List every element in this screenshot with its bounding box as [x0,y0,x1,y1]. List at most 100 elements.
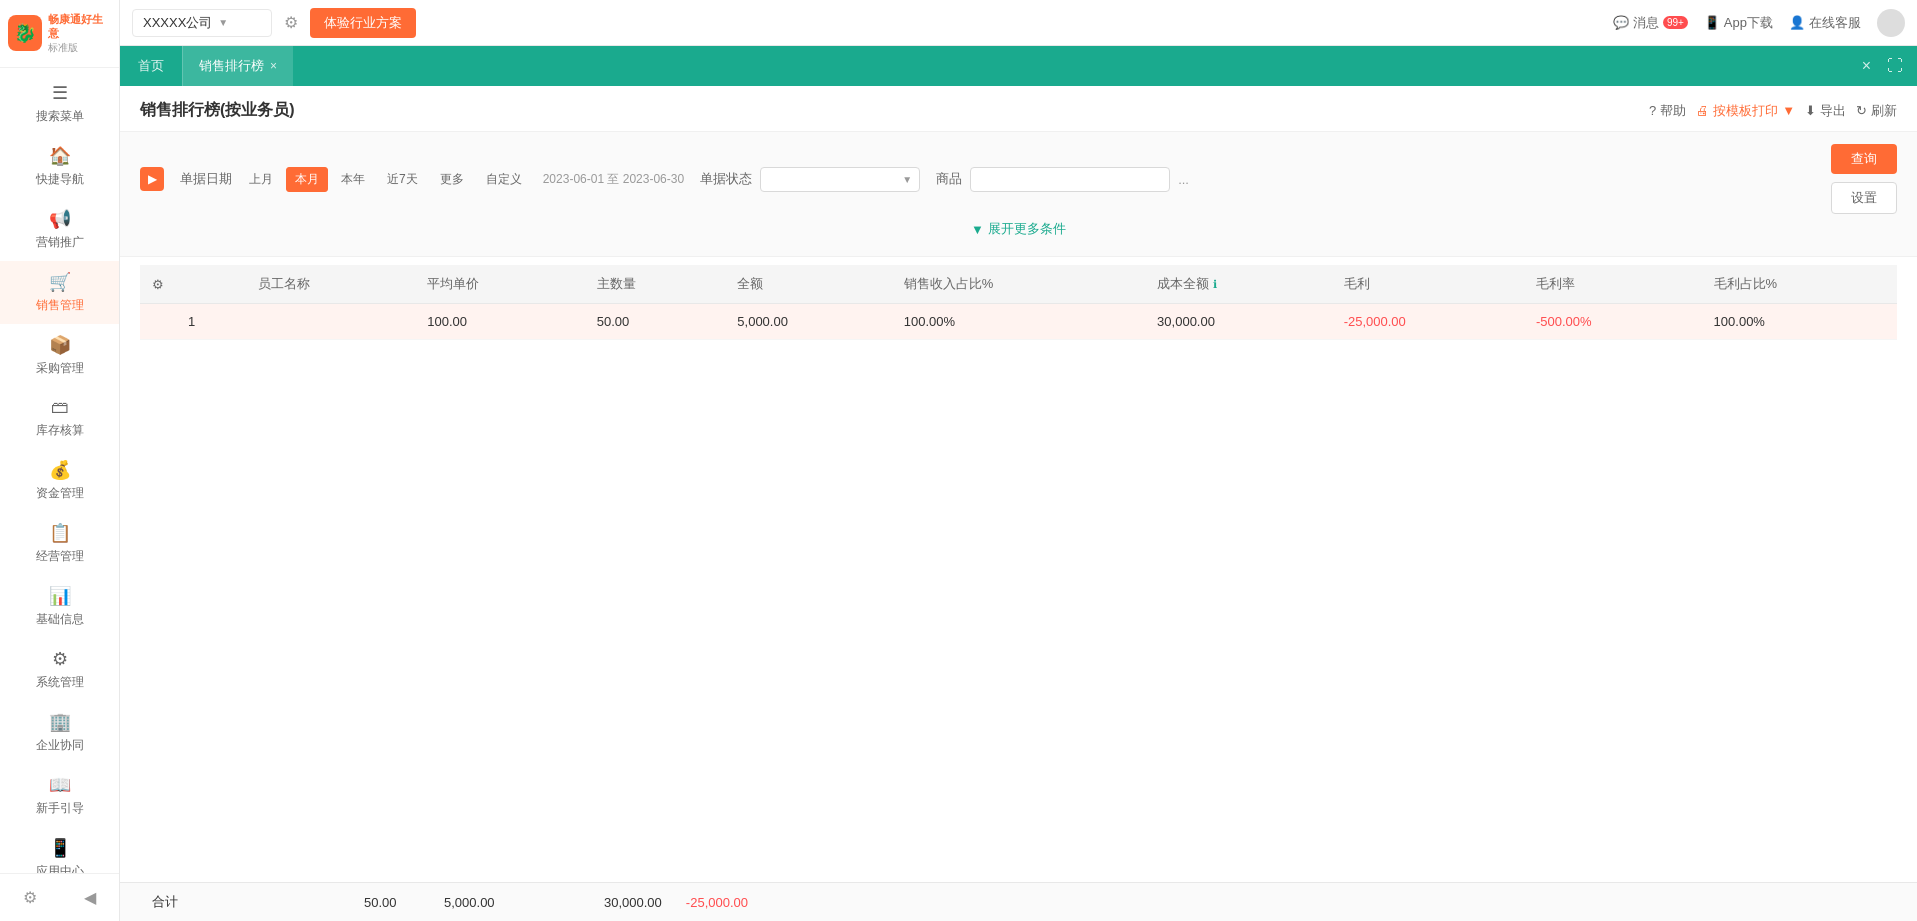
cell-index: 1 [176,304,246,340]
export-button[interactable]: ⬇ 导出 [1805,102,1846,120]
cell-total: 5,000.00 [725,304,891,340]
sidebar-settings-btn[interactable]: ⚙ [15,884,45,911]
sidebar-item-enterprise[interactable]: 🏢 企业协同 [0,701,119,764]
trial-button[interactable]: 体验行业方案 [310,8,416,38]
filter-toggle-btn[interactable]: ▶ [140,167,164,191]
refresh-label: 刷新 [1871,102,1897,120]
sidebar-nav: ☰ 搜索菜单 🏠 快捷导航 📢 营销推广 🛒 销售管理 📦 采购管理 🗃 库存核… [0,68,119,873]
date-tab-last-month[interactable]: 上月 [240,167,282,192]
enterprise-icon: 🏢 [49,711,71,733]
sidebar-item-marketing[interactable]: 📢 营销推广 [0,198,119,261]
refresh-button[interactable]: ↻ 刷新 [1856,102,1897,120]
col-gross-ratio: 毛利占比% [1702,265,1897,304]
query-button[interactable]: 查询 [1831,144,1897,174]
cell-sales-ratio: 100.00% [892,304,1145,340]
tab-close-icon[interactable]: × [270,59,277,73]
sidebar-item-search[interactable]: ☰ 搜索菜单 [0,72,119,135]
company-selector[interactable]: XXXXX公司 ▼ [132,9,272,37]
sidebar-bottom: ⚙ ◀ [0,873,119,921]
topbar-right: 💬 消息 99+ 📱 App下载 👤 在线客服 [1613,9,1905,37]
table-body: 1 100.00 50.00 5,000.00 100.00% 30,000.0… [140,304,1897,340]
date-label: 单据日期 [180,170,232,188]
footer-main-qty: 50.00 [352,895,432,910]
filter-area: ▶ 单据日期 上月 本月 本年 近7天 更多 自定义 2023-06-01 至 … [120,132,1917,257]
tab-sales-ranking[interactable]: 销售排行榜 × [182,46,293,86]
sidebar-item-shortcut[interactable]: 🏠 快捷导航 [0,135,119,198]
search-order-icon: ☰ [52,82,68,104]
cell-gross-ratio: 100.00% [1702,304,1897,340]
sidebar-item-finance[interactable]: 💰 资金管理 [0,449,119,512]
goods-label: 商品 [936,170,962,188]
message-button[interactable]: 💬 消息 99+ [1613,14,1688,32]
date-tab-custom[interactable]: 自定义 [477,167,531,192]
footer-total: 5,000.00 [432,895,512,910]
service-icon: 👤 [1789,15,1805,30]
tab-sales-ranking-label: 销售排行榜 [199,57,264,75]
expand-label: 展开更多条件 [988,220,1066,238]
tab-home[interactable]: 首页 [120,46,182,86]
date-tab-this-month[interactable]: 本月 [286,167,328,192]
sidebar-item-operation[interactable]: 📋 经营管理 [0,512,119,575]
date-range-display: 2023-06-01 至 2023-06-30 [543,171,684,188]
cell-cost: 30,000.00 [1145,304,1332,340]
sidebar-item-operation-label: 经营管理 [36,548,84,565]
system-icon: ⚙ [52,648,68,670]
table-header-row: ⚙ 员工名称 平均单价 主数量 全额 销售收入占比% 成本全额 ℹ 毛利 毛利率… [140,265,1897,304]
cell-employee [246,304,416,340]
app-download-button[interactable]: 📱 App下载 [1704,14,1773,32]
col-main-qty: 主数量 [585,265,726,304]
sidebar-collapse-btn[interactable]: ◀ [76,884,104,911]
goods-more-icon[interactable]: ... [1178,172,1189,187]
sidebar-item-inventory[interactable]: 🗃 库存核算 [0,387,119,449]
sidebar-item-basic[interactable]: 📊 基础信息 [0,575,119,638]
message-badge: 99+ [1663,16,1688,29]
sidebar-item-app[interactable]: 📱 应用中心 [0,827,119,873]
tab-close-all-icon[interactable]: × [1856,53,1877,79]
data-table: ⚙ 员工名称 平均单价 主数量 全额 销售收入占比% 成本全额 ℹ 毛利 毛利率… [140,265,1897,340]
sidebar-item-purchase-label: 采购管理 [36,360,84,377]
action-buttons: 查询 设置 [1831,144,1897,214]
sidebar-item-purchase[interactable]: 📦 采购管理 [0,324,119,387]
app-download-icon: 📱 [1704,15,1720,30]
sales-icon: 🛒 [49,271,71,293]
sidebar: 🐉 畅康通好生意 标准版 ☰ 搜索菜单 🏠 快捷导航 📢 营销推广 🛒 销售管理… [0,0,120,921]
topbar: XXXXX公司 ▼ ⚙ 体验行业方案 💬 消息 99+ 📱 App下载 👤 在线… [120,0,1917,46]
footer-gross: -25,000.00 [674,895,760,910]
basic-icon: 📊 [49,585,71,607]
page-actions: ? 帮助 🖨 按模板打印 ▼ ⬇ 导出 ↻ 刷新 [1649,102,1897,120]
column-settings-icon[interactable]: ⚙ [152,277,164,292]
service-label: 在线客服 [1809,14,1861,32]
help-button[interactable]: ? 帮助 [1649,102,1686,120]
guide-icon: 📖 [49,774,71,796]
filter-settings-button[interactable]: 设置 [1831,182,1897,214]
date-tab-this-year[interactable]: 本年 [332,167,374,192]
message-label: 消息 [1633,14,1659,32]
finance-icon: 💰 [49,459,71,481]
marketing-icon: 📢 [49,208,71,230]
date-tab-more[interactable]: 更多 [431,167,473,192]
tab-fullscreen-icon[interactable]: ⛶ [1881,53,1909,79]
filter-row: ▶ 单据日期 上月 本月 本年 近7天 更多 自定义 2023-06-01 至 … [140,144,1897,214]
sidebar-item-sales[interactable]: 🛒 销售管理 [0,261,119,324]
col-index [176,265,246,304]
date-tab-7days[interactable]: 近7天 [378,167,427,192]
tabbar: 首页 销售排行榜 × × ⛶ [120,46,1917,86]
page-content: 销售排行榜(按业务员) ? 帮助 🖨 按模板打印 ▼ ⬇ 导出 ↻ 刷新 [120,86,1917,921]
user-avatar[interactable] [1877,9,1905,37]
status-select[interactable] [760,167,920,192]
help-icon: ? [1649,103,1656,118]
cell-avg-price: 100.00 [415,304,585,340]
cell-gross: -25,000.00 [1332,304,1524,340]
goods-input[interactable] [970,167,1170,192]
expand-conditions-btn[interactable]: ▼ 展开更多条件 [971,220,1066,238]
status-select-wrapper [760,167,920,192]
print-button[interactable]: 🖨 按模板打印 ▼ [1696,102,1795,120]
logo-subtitle: 标准版 [48,41,111,55]
topbar-settings-icon[interactable]: ⚙ [280,9,302,36]
cost-info-icon[interactable]: ℹ [1213,278,1217,290]
sidebar-item-shortcut-label: 快捷导航 [36,171,84,188]
sidebar-item-system[interactable]: ⚙ 系统管理 [0,638,119,701]
purchase-icon: 📦 [49,334,71,356]
sidebar-item-guide[interactable]: 📖 新手引导 [0,764,119,827]
online-service-button[interactable]: 👤 在线客服 [1789,14,1861,32]
